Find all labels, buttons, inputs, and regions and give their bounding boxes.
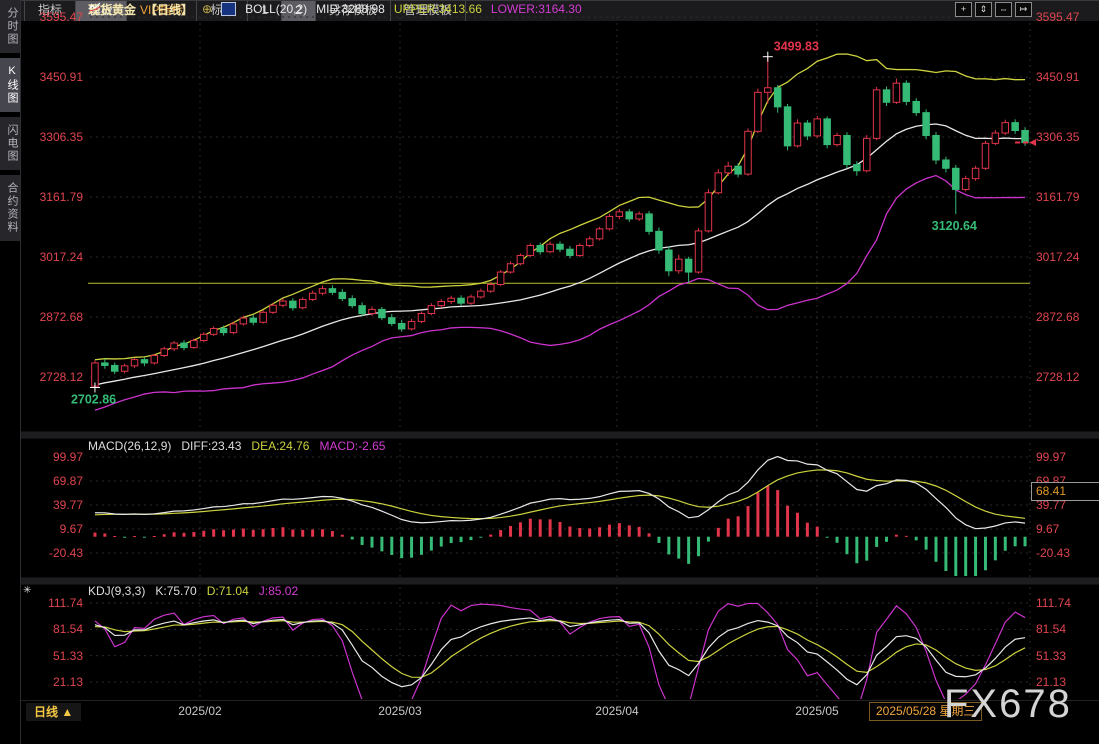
kdj-axis-tick-right: 111.74	[1036, 596, 1071, 610]
price-axis-tick-right: 2728.12	[1036, 370, 1080, 384]
chart-tool-icons: + ⇕ ⇔ ↦	[955, 2, 1032, 17]
sidebar-item-3[interactable]: 闪电图	[0, 117, 20, 170]
macd-diff-value: DIFF:23.43	[181, 439, 242, 453]
kdj-axis-tick-left: 111.74	[48, 596, 83, 610]
macd-axis-tick-left: 69.87	[52, 474, 83, 488]
macd-title: MACD(26,12,9)	[88, 439, 172, 453]
chart-canvas[interactable]: 3499.83 2702.86 3120.64	[0, 0, 1099, 744]
price-axis-tick-right: 3017.24	[1036, 249, 1080, 264]
pane-splitter-macd[interactable]	[0, 431, 1099, 439]
annotation-3499.83: 3499.83	[774, 40, 819, 54]
price-axis-tick-left: 3306.35	[39, 130, 83, 144]
price-axis-tick-left: 3161.79	[39, 190, 83, 204]
sidebar-item-1[interactable]: 分时图	[0, 0, 20, 53]
kdj-axis-tick-left: 81.54	[52, 622, 83, 637]
price-axis-tick-left: 2728.12	[39, 370, 83, 384]
price-axis-tick-left: 3017.24	[39, 249, 83, 264]
topbar: 现货黄金 【日线】 ⊕ BOLL(20,2) MID:3288.98 UPPER…	[88, 1, 582, 17]
kdj-axis-tick-right: 51.33	[1036, 648, 1067, 663]
fit-vertical-icon[interactable]: ⇕	[975, 2, 992, 17]
macd-right-tag: 68.41	[1031, 482, 1099, 501]
date-label-1: 2025/02	[178, 704, 222, 718]
price-axis-tick-left: 3595.47	[39, 10, 83, 24]
kdj-axis-tick-left: 21.13	[52, 675, 83, 689]
macd-axis-tick-left: 9.67	[59, 522, 83, 536]
chart-type-sidebar: 分时图 K线图闪电图合约资料	[0, 0, 21, 744]
macd-macd-value: MACD:-2.65	[319, 439, 386, 453]
watermark: FX678	[944, 682, 1072, 726]
macd-axis-tick-left: 99.97	[52, 450, 83, 464]
period-selector[interactable]: 日线 ▲	[26, 703, 82, 721]
annotation-3120.64: 3120.64	[932, 219, 977, 233]
kdj-title: KDJ(9,3,3)	[88, 584, 146, 598]
boll-lower-value: LOWER:3164.30	[490, 2, 582, 16]
fit-horizontal-icon[interactable]: ⇔	[995, 2, 1012, 17]
kdj-axis-tick-left: 51.33	[52, 648, 83, 663]
kdj-j-value: J:85.02	[258, 584, 299, 598]
macd-axis-tick-left: 39.77	[52, 498, 83, 512]
sidebar-item-2[interactable]: K线图	[0, 58, 20, 112]
crosshair-icon[interactable]: +	[955, 2, 972, 17]
boll-mid-value: MID:3288.98	[316, 2, 385, 16]
macd-axis-tick-left: -20.43	[48, 546, 83, 560]
kdj-k-value: K:75.70	[155, 584, 197, 598]
macd-axis-tick-right: -20.43	[1036, 546, 1071, 560]
kdj-header: KDJ(9,3,3) K:75.70 D:71.04 J:85.02	[88, 584, 298, 598]
price-axis-tick-right: 3306.35	[1036, 130, 1080, 144]
price-axis-tick-left: 2872.68	[39, 309, 83, 324]
price-axis-tick-right: 2872.68	[1036, 309, 1080, 324]
kdj-d-value: D:71.04	[206, 584, 249, 598]
price-axis-tick-left: 3450.91	[39, 70, 83, 84]
kdj-settings-icon[interactable]: ✳	[23, 585, 31, 596]
macd-header: MACD(26,12,9) DIFF:23.43 DEA:24.76 MACD:…	[88, 439, 385, 453]
date-label-2: 2025/03	[378, 704, 422, 718]
time-axis: 日线 ▲ 2025/05/28 星期三 2025/02 2025/03 2025/0…	[0, 700, 1099, 725]
boll-upper-value: UPPER:3413.66	[393, 2, 482, 16]
price-axis-tick-right: 3595.47	[1036, 10, 1080, 24]
macd-axis-tick-right: 99.97	[1036, 450, 1067, 464]
price-axis-tick-right: 3161.79	[1036, 190, 1080, 204]
pan-right-icon[interactable]: ↦	[1015, 2, 1032, 17]
period-title: 【日线】	[145, 2, 194, 17]
sidebar-item-4[interactable]: 合约资料	[0, 175, 20, 241]
boll-label: BOLL(20,2)	[245, 2, 308, 16]
price-axis-tick-right: 3450.91	[1036, 70, 1080, 84]
macd-dea-value: DEA:24.76	[251, 439, 310, 453]
macd-axis-tick-right: 9.67	[1036, 522, 1060, 536]
date-label-3: 2025/04	[595, 704, 639, 718]
annotation-2702.86: 2702.86	[71, 392, 116, 406]
add-indicator-icon[interactable]: ⊕	[202, 2, 212, 16]
kdj-axis-tick-right: 81.54	[1036, 622, 1067, 637]
date-label-4: 2025/05	[795, 704, 839, 718]
mini-chart-icon	[88, 2, 237, 16]
